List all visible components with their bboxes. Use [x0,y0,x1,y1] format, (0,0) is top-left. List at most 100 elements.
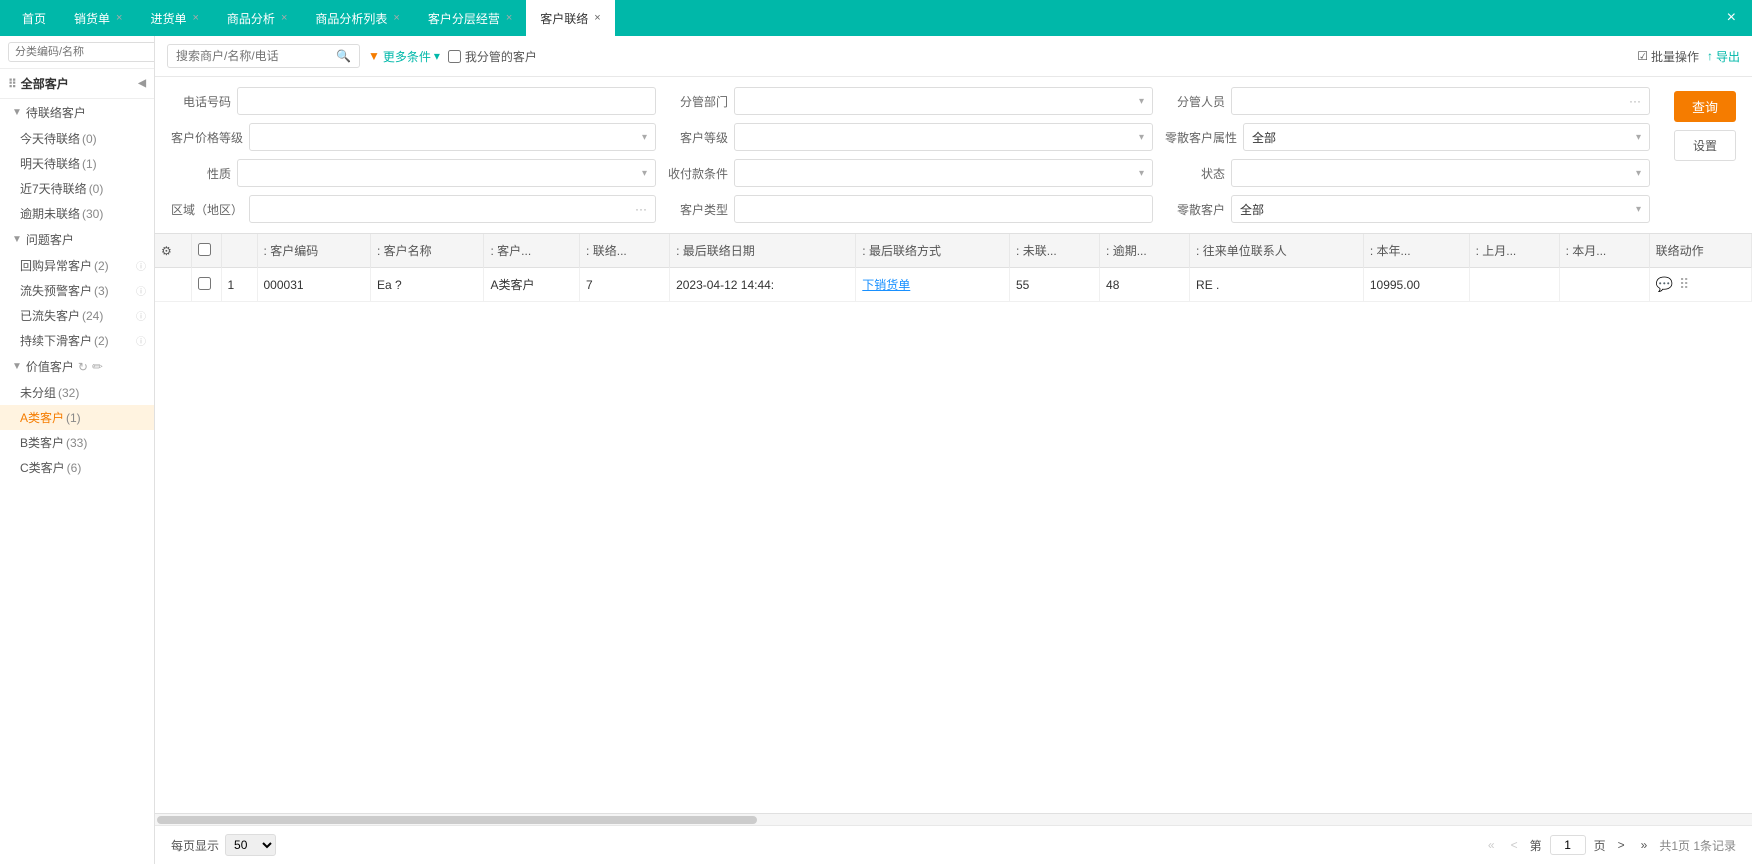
next-page-btn[interactable]: > [1614,836,1629,854]
query-button[interactable]: 查询 [1674,91,1736,122]
nav-customer-segment[interactable]: 客户分层经营 × [414,0,526,36]
search-box: 🔍 [167,44,360,68]
retail-attr-dropdown[interactable]: 全部 ▾ [1243,123,1650,151]
info-icon-lost: ⓘ [136,308,146,323]
filter-price-level: 客户价格等级 ▾ [171,123,668,151]
sidebar-item-tomorrow[interactable]: 明天待联络 (1) [0,151,154,176]
payment-arrow-icon: ▾ [1139,168,1144,179]
sidebar-item-b-class[interactable]: B类客户 (33) [0,430,154,455]
page-input[interactable] [1550,835,1586,855]
pagination: 每页显示 10 20 50 100 « < 第 页 > » 共1页 1条记录 [155,825,1752,864]
sidebar-item-c-class[interactable]: C类客户 (6) [0,455,154,480]
sidebar-item-churn-warning[interactable]: 流失预警客户 (3) ⓘ [0,278,154,303]
sidebar-item-overdue[interactable]: 逾期未联络 (30) [0,201,154,226]
qr-icon[interactable]: ⠿ [1679,276,1689,293]
cell-type: A类客户 [484,268,580,302]
page-size-select[interactable]: 10 20 50 100 [225,834,276,856]
filter-bar: 🔍 ▼ 更多条件 ▾ 我分管的客户 ☑ 批量操作 ↑ 导出 [155,36,1752,77]
col-settings: ⚙ [155,234,191,268]
status-dropdown[interactable]: ▾ [1231,159,1650,187]
dept-dropdown[interactable]: ▾ [734,87,1153,115]
sidebar-item-7days[interactable]: 近7天待联络 (0) [0,176,154,201]
advanced-filter: 电话号码 分管部门 ▾ 分管人员 [155,77,1752,234]
filter-row-1: 电话号码 分管部门 ▾ 分管人员 [171,87,1662,115]
table-row: 1 000031 Ea ? A类客户 7 [155,268,1752,302]
col-last-date: : 最后联络日期 [670,234,856,268]
close-product-list-tab[interactable]: × [393,12,399,24]
search-input[interactable] [176,49,336,63]
export-btn[interactable]: ↑ 导出 [1707,48,1740,65]
last-page-btn[interactable]: » [1637,836,1652,854]
phone-input[interactable] [237,87,656,115]
nav-product-analysis-list[interactable]: 商品分析列表 × [301,0,413,36]
content-area: 🔍 ▼ 更多条件 ▾ 我分管的客户 ☑ 批量操作 ↑ 导出 [155,36,1752,864]
filter-row-3: 性质 ▾ 收付款条件 ▾ [171,159,1662,187]
close-segment-tab[interactable]: × [506,12,512,24]
gear-icon[interactable]: ⚙ [161,244,172,258]
horizontal-scrollbar[interactable] [155,813,1752,825]
sidebar-item-lost[interactable]: 已流失客户 (24) ⓘ [0,303,154,328]
row-checkbox[interactable] [198,277,211,290]
customer-level-dropdown[interactable]: ▾ [734,123,1153,151]
customer-type-input[interactable] [734,195,1153,223]
nav-product-analysis[interactable]: 商品分析 × [213,0,301,36]
group-problem-header[interactable]: ▼ 问题客户 [0,226,154,253]
col-this-year: : 本年... [1363,234,1469,268]
scroll-thumb[interactable] [157,816,757,824]
setting-button[interactable]: 设置 [1674,130,1736,161]
my-customer-checkbox[interactable] [448,50,461,63]
all-customers-header[interactable]: ⠿ 全部客户 ◀ [0,69,154,99]
manager-input[interactable]: ··· [1231,87,1650,115]
group-value-header[interactable]: ▼ 价值客户 ↻ ✏ [0,353,154,380]
price-level-dropdown[interactable]: ▾ [249,123,656,151]
close-contact-tab[interactable]: × [594,12,600,24]
filter-status: 状态 ▾ [1165,159,1662,187]
sidebar-collapse-btn[interactable]: ◀ [138,78,146,89]
cell-company-contact: RE . [1190,268,1364,302]
table-area: ⚙ : 客户编码 : 客户名称 [155,234,1752,813]
group-value-customers: ▼ 价值客户 ↻ ✏ 未分组 (32) A类客户 (1) B类客户 (33) C… [0,353,154,480]
nav-sales[interactable]: 销货单 × [60,0,136,36]
nav-home[interactable]: 首页 [8,0,60,36]
col-action: 联络动作 [1649,234,1751,268]
nature-arrow-icon: ▾ [642,168,647,179]
customer-level-arrow-icon: ▾ [1139,132,1144,143]
cell-last-method: 下销货单 [856,268,1010,302]
close-purchase-tab[interactable]: × [192,12,198,24]
sidebar-item-declining[interactable]: 持续下滑客户 (2) ⓘ [0,328,154,353]
select-all-checkbox[interactable] [198,243,211,256]
group-pending-contact-header[interactable]: ▼ 待联络客户 [0,99,154,126]
more-filter-btn[interactable]: ▼ 更多条件 ▾ [368,48,440,65]
sidebar-search-input[interactable] [8,42,155,62]
region-input[interactable]: ··· [249,195,656,223]
sidebar-item-a-class[interactable]: A类客户 (1) [0,405,154,430]
global-close-button[interactable]: × [1719,9,1744,27]
filter-nature: 性质 ▾ [171,159,668,187]
filter-retail-customer: 零散客户 全部 ▾ [1165,195,1662,223]
nature-dropdown[interactable]: ▾ [237,159,656,187]
sidebar-item-unclassified[interactable]: 未分组 (32) [0,380,154,405]
retail-customer-arrow-icon: ▾ [1636,204,1641,215]
prev-page-btn[interactable]: < [1507,836,1522,854]
customer-table: ⚙ : 客户编码 : 客户名称 [155,234,1752,302]
edit-icon[interactable]: ✏ [92,359,103,375]
cell-name: Ea ? [370,268,483,302]
col-company-contact: : 往来单位联系人 [1190,234,1364,268]
nav-purchase[interactable]: 进货单 × [136,0,212,36]
chat-icon[interactable]: 💬 [1656,276,1673,293]
retail-customer-dropdown[interactable]: 全部 ▾ [1231,195,1650,223]
sidebar-item-repurchase-anomaly[interactable]: 回购异常客户 (2) ⓘ [0,253,154,278]
nav-customer-contact[interactable]: 客户联络 × [526,0,614,36]
search-icon[interactable]: 🔍 [336,49,351,63]
filter-row-4: 区域（地区） ··· 客户类型 零散客户 [171,195,1662,223]
col-type: : 客户... [484,234,580,268]
sidebar-item-today[interactable]: 今天待联络 (0) [0,126,154,151]
top-nav: 首页 销货单 × 进货单 × 商品分析 × 商品分析列表 × 客户分层经营 × … [0,0,1752,36]
payment-dropdown[interactable]: ▾ [734,159,1153,187]
close-sales-tab[interactable]: × [116,12,122,24]
batch-ops-btn[interactable]: ☑ 批量操作 [1637,48,1699,65]
refresh-icon[interactable]: ↻ [78,360,88,374]
close-product-analysis-tab[interactable]: × [281,12,287,24]
first-page-btn[interactable]: « [1484,836,1499,854]
sidebar: 🔍 ⠿ 全部客户 ◀ ▼ 待联络客户 今天待联络 (0) 明天待联络 (1) 近… [0,36,155,864]
